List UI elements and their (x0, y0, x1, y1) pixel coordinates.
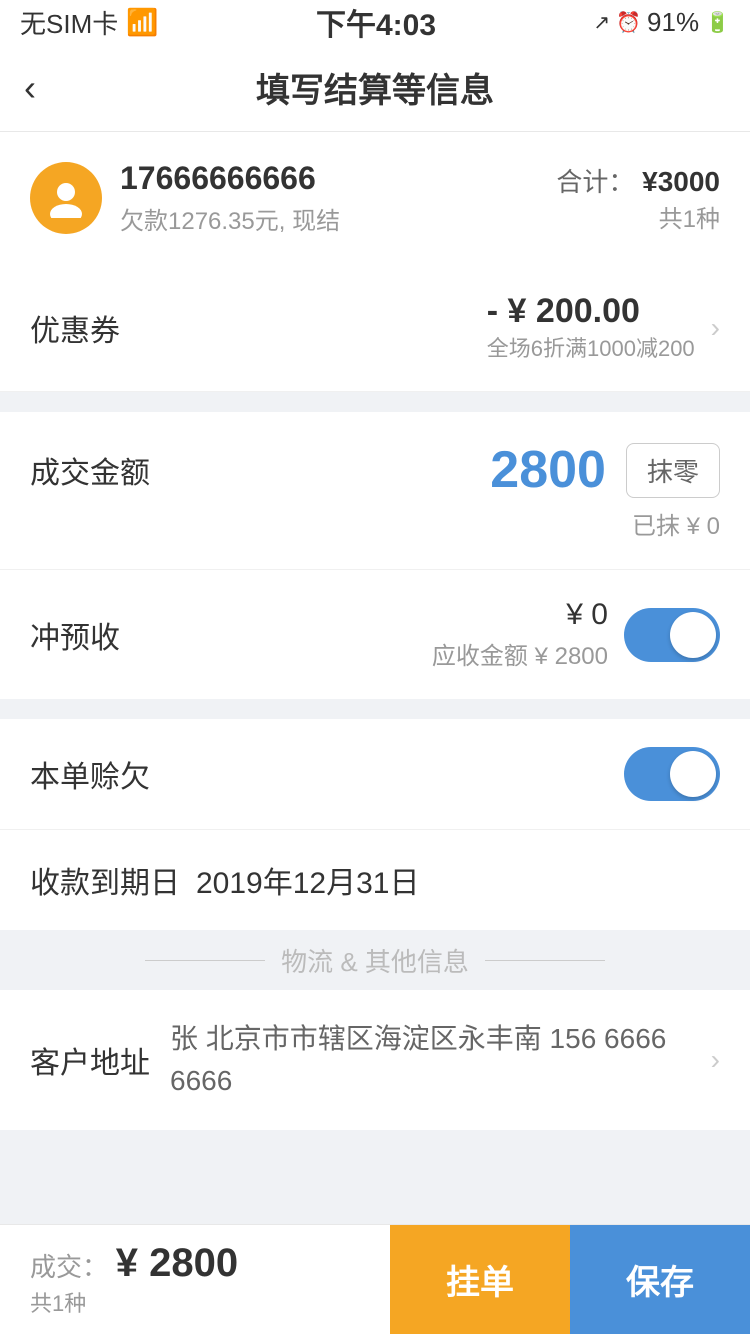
customer-sub: 欠款1276.35元, 现结 (120, 201, 340, 236)
prepay-sub: 应收金额 ¥ 2800 (432, 636, 608, 671)
footer-info: 成交： ¥ 2800 共1种 (0, 1241, 390, 1318)
amount-row: 成交金额 2800 抹零 (30, 440, 720, 500)
toggle-knob (670, 612, 716, 658)
pending-button[interactable]: 挂单 (390, 1225, 570, 1334)
footer-deal-row: 成交： ¥ 2800 (30, 1241, 360, 1286)
section-divider-1 (0, 392, 750, 412)
transaction-label: 成交金额 (30, 448, 150, 492)
carrier-label: 无SIM卡 (20, 4, 118, 41)
footer: 成交： ¥ 2800 共1种 挂单 保存 (0, 1224, 750, 1334)
coupon-desc: 全场6折满1000减200 (487, 331, 695, 363)
total-label: 合计： (556, 167, 634, 197)
due-date-value: 2019年12月31日 (196, 858, 419, 902)
total-row: 合计： ¥3000 (556, 162, 720, 199)
address-section[interactable]: 客户地址 张 北京市市辖区海淀区永丰南 156 6666 6666 › (0, 990, 750, 1130)
arrears-section: 本单赊欠 (0, 719, 750, 829)
total-count: 共1种 (556, 199, 720, 234)
due-date-section: 收款到期日 2019年12月31日 (0, 829, 750, 930)
amount-right: 2800 抹零 (490, 440, 720, 500)
round-button[interactable]: 抹零 (626, 443, 720, 498)
page-title: 填写结算等信息 (256, 63, 494, 112)
customer-total: 合计： ¥3000 共1种 (556, 162, 720, 234)
prepay-right: ¥ 0 应收金额 ¥ 2800 (432, 598, 720, 671)
alarm-icon: ⏰ (616, 10, 641, 35)
customer-info: 17666666666 欠款1276.35元, 现结 (120, 160, 340, 236)
prepay-row: 冲预收 ¥ 0 应收金额 ¥ 2800 (30, 598, 720, 671)
avatar (30, 162, 102, 234)
footer-amount: ¥ 2800 (116, 1241, 238, 1285)
chevron-icon: › (711, 312, 720, 344)
arrears-toggle[interactable] (624, 747, 720, 801)
status-left: 无SIM卡 📶 (20, 4, 159, 41)
footer-count: 共1种 (30, 1286, 360, 1318)
due-date-label: 收款到期日 (30, 858, 180, 902)
logistics-divider: 物流 & 其他信息 (0, 930, 750, 990)
prepay-section: 冲预收 ¥ 0 应收金额 ¥ 2800 (0, 570, 750, 699)
address-value: 张 北京市市辖区海淀区永丰南 156 6666 6666 (170, 1018, 711, 1102)
save-button[interactable]: 保存 (570, 1225, 750, 1334)
customer-card: 17666666666 欠款1276.35元, 现结 合计： ¥3000 共1种 (0, 132, 750, 264)
total-value: ¥3000 (642, 166, 720, 197)
arrears-label: 本单赊欠 (30, 752, 150, 796)
coupon-right: - ¥ 200.00 全场6折满1000减200 › (487, 292, 720, 363)
transaction-sub: 已抹 ¥ 0 (30, 506, 720, 541)
location-icon: ↗ (593, 10, 610, 35)
transaction-value: 2800 (490, 440, 606, 500)
battery-label: 91% (647, 7, 699, 38)
prepay-toggle[interactable] (624, 608, 720, 662)
status-time: 下午4:03 (316, 0, 436, 44)
date-row: 收款到期日 2019年12月31日 (30, 858, 720, 902)
nav-header: ‹ 填写结算等信息 (0, 44, 750, 132)
customer-phone: 17666666666 (120, 160, 340, 197)
customer-left: 17666666666 欠款1276.35元, 现结 (30, 160, 340, 236)
address-chevron-icon: › (711, 1044, 720, 1076)
status-bar: 无SIM卡 📶 下午4:03 ↗ ⏰ 91% 🔋 (0, 0, 750, 44)
status-right: ↗ ⏰ 91% 🔋 (593, 7, 730, 38)
footer-deal-label: 成交： (30, 1252, 108, 1282)
battery-icon: 🔋 (705, 10, 730, 35)
back-button[interactable]: ‹ (24, 67, 36, 109)
section-divider-2 (0, 699, 750, 719)
transaction-section: 成交金额 2800 抹零 已抹 ¥ 0 (0, 412, 750, 570)
wifi-icon: 📶 (126, 7, 158, 38)
coupon-label: 优惠券 (30, 306, 120, 350)
address-label: 客户地址 (30, 1038, 150, 1082)
logistics-label: 物流 & 其他信息 (145, 942, 605, 979)
prepay-amount-group: ¥ 0 应收金额 ¥ 2800 (432, 598, 608, 671)
coupon-amount: - ¥ 200.00 (487, 292, 695, 331)
prepay-amount: ¥ 0 (432, 598, 608, 632)
prepay-label: 冲预收 (30, 613, 120, 657)
arrears-toggle-knob (670, 751, 716, 797)
coupon-row[interactable]: 优惠券 - ¥ 200.00 全场6折满1000减200 › (0, 264, 750, 392)
